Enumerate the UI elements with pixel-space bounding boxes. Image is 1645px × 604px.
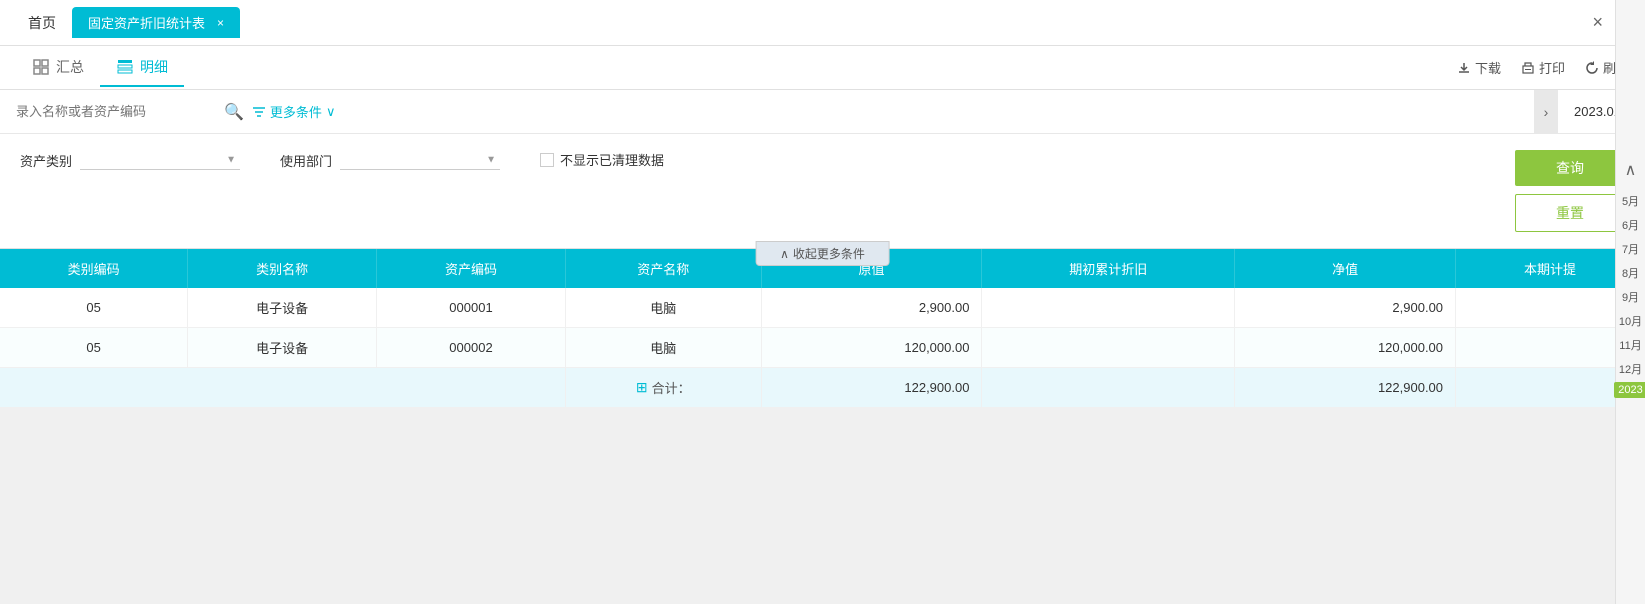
tab-summary-label: 汇总 bbox=[56, 57, 84, 77]
tab-detail-label: 明细 bbox=[140, 57, 168, 77]
sidebar-month-12[interactable]: 12月 bbox=[1617, 358, 1644, 380]
total-text: 合计： bbox=[652, 378, 691, 397]
sidebar-month-6[interactable]: 6月 bbox=[1620, 214, 1641, 236]
total-original-value: 122,900.00 bbox=[761, 368, 982, 408]
sidebar-month-8[interactable]: 8月 bbox=[1620, 262, 1641, 284]
summary-icon bbox=[32, 58, 50, 76]
data-table-wrapper: 类别编码 类别名称 资产编码 资产名称 原值 期初累计折旧 净值 本期计提 05… bbox=[0, 249, 1645, 604]
col-net-value: 净值 bbox=[1235, 249, 1456, 288]
cell-asset-code: 000001 bbox=[377, 288, 566, 328]
sidebar-month-11[interactable]: 11月 bbox=[1617, 334, 1643, 356]
toolbar-actions: 下载 打印 刷新 bbox=[1457, 58, 1629, 77]
department-input[interactable] bbox=[340, 150, 500, 170]
filter-buttons: 查询 重置 bbox=[1515, 150, 1625, 232]
asset-category-filter: 资产类别 bbox=[20, 150, 240, 170]
total-icon: ⊞ bbox=[636, 379, 648, 396]
cell-cat-code: 05 bbox=[0, 288, 188, 328]
search-input[interactable] bbox=[16, 104, 216, 119]
col-cat-name: 类别名称 bbox=[188, 249, 377, 288]
tab-detail[interactable]: 明细 bbox=[100, 49, 184, 87]
tab-summary[interactable]: 汇总 bbox=[16, 49, 100, 87]
asset-category-input[interactable] bbox=[80, 150, 240, 170]
total-accumulated-dep bbox=[982, 368, 1235, 408]
col-asset-code: 资产编码 bbox=[377, 249, 566, 288]
hide-cleared-filter: 不显示已清理数据 bbox=[540, 150, 664, 169]
cell-accumulated-dep bbox=[982, 288, 1235, 328]
cell-net-value: 2,900.00 bbox=[1235, 288, 1456, 328]
collapse-up-icon: ∧ bbox=[780, 247, 789, 261]
data-table: 类别编码 类别名称 资产编码 资产名称 原值 期初累计折旧 净值 本期计提 05… bbox=[0, 249, 1645, 408]
more-conditions-button[interactable]: 更多条件 ∨ bbox=[252, 102, 336, 121]
reset-button[interactable]: 重置 bbox=[1515, 194, 1625, 232]
table-row: 05 电子设备 000001 电脑 2,900.00 2,900.00 bbox=[0, 288, 1645, 328]
cell-cat-name: 电子设备 bbox=[188, 328, 377, 368]
cell-cat-name: 电子设备 bbox=[188, 288, 377, 328]
toolbar: 汇总 明细 下载 打印 刷新 bbox=[0, 46, 1645, 90]
hide-cleared-checkbox[interactable] bbox=[540, 153, 554, 167]
more-conditions-label: 更多条件 bbox=[270, 102, 322, 121]
cell-asset-code: 000002 bbox=[377, 328, 566, 368]
cell-cat-code: 05 bbox=[0, 328, 188, 368]
search-icon[interactable]: 🔍 bbox=[224, 102, 244, 122]
home-tab[interactable]: 首页 bbox=[12, 13, 72, 33]
detail-icon bbox=[116, 58, 134, 76]
print-label: 打印 bbox=[1539, 58, 1565, 77]
hide-cleared-label: 不显示已清理数据 bbox=[560, 150, 664, 169]
sidebar-month-5[interactable]: 5月 bbox=[1620, 190, 1641, 212]
search-bar: 🔍 更多条件 ∨ › 2023.01 bbox=[0, 90, 1645, 134]
sidebar-month-7[interactable]: 7月 bbox=[1620, 238, 1641, 260]
download-button[interactable]: 下载 bbox=[1457, 58, 1501, 77]
col-cat-code: 类别编码 bbox=[0, 249, 188, 288]
print-button[interactable]: 打印 bbox=[1521, 58, 1565, 77]
sidebar-nav-up[interactable]: ∧ bbox=[1625, 160, 1637, 180]
collapse-label: 收起更多条件 bbox=[793, 245, 865, 262]
tab-close-icon[interactable]: × bbox=[217, 16, 224, 30]
chevron-down-icon: ∨ bbox=[326, 104, 336, 120]
col-accumulated-dep: 期初累计折旧 bbox=[982, 249, 1235, 288]
department-filter: 使用部门 bbox=[280, 150, 500, 170]
col-asset-name: 资产名称 bbox=[565, 249, 761, 288]
cell-accumulated-dep bbox=[982, 328, 1235, 368]
query-button[interactable]: 查询 bbox=[1515, 150, 1625, 186]
table-total-row: ⊞ 合计： 122,900.00 122,900.00 bbox=[0, 368, 1645, 408]
sidebar-year-current[interactable]: 2023 bbox=[1614, 382, 1645, 398]
cell-original-value: 2,900.00 bbox=[761, 288, 982, 328]
sidebar-month-10[interactable]: 10月 bbox=[1617, 310, 1644, 332]
active-tab[interactable]: 固定资产折旧统计表 × bbox=[72, 7, 240, 38]
table-row: 05 电子设备 000002 电脑 120,000.00 120,000.00 bbox=[0, 328, 1645, 368]
total-label-cell bbox=[0, 368, 565, 408]
filter-area: 资产类别 使用部门 不显示已清理数据 查询 重置 ∧ 收起 bbox=[0, 134, 1645, 249]
cell-asset-name: 电脑 bbox=[565, 328, 761, 368]
total-net-value: 122,900.00 bbox=[1235, 368, 1456, 408]
cell-asset-name: 电脑 bbox=[565, 288, 761, 328]
expand-sidebar-button[interactable]: › bbox=[1534, 90, 1558, 134]
sidebar-month-9[interactable]: 9月 bbox=[1620, 286, 1641, 308]
cell-net-value: 120,000.00 bbox=[1235, 328, 1456, 368]
asset-category-label: 资产类别 bbox=[20, 151, 72, 170]
download-label: 下载 bbox=[1475, 58, 1501, 77]
tab-label: 固定资产折旧统计表 bbox=[88, 13, 205, 32]
collapse-button[interactable]: ∧ 收起更多条件 bbox=[755, 241, 890, 266]
department-label: 使用部门 bbox=[280, 151, 332, 170]
right-sidebar: ∧ 5月 6月 7月 8月 9月 10月 11月 12月 2023 bbox=[1615, 46, 1645, 604]
cell-original-value: 120,000.00 bbox=[761, 328, 982, 368]
total-label: ⊞ 合计： bbox=[565, 368, 761, 408]
